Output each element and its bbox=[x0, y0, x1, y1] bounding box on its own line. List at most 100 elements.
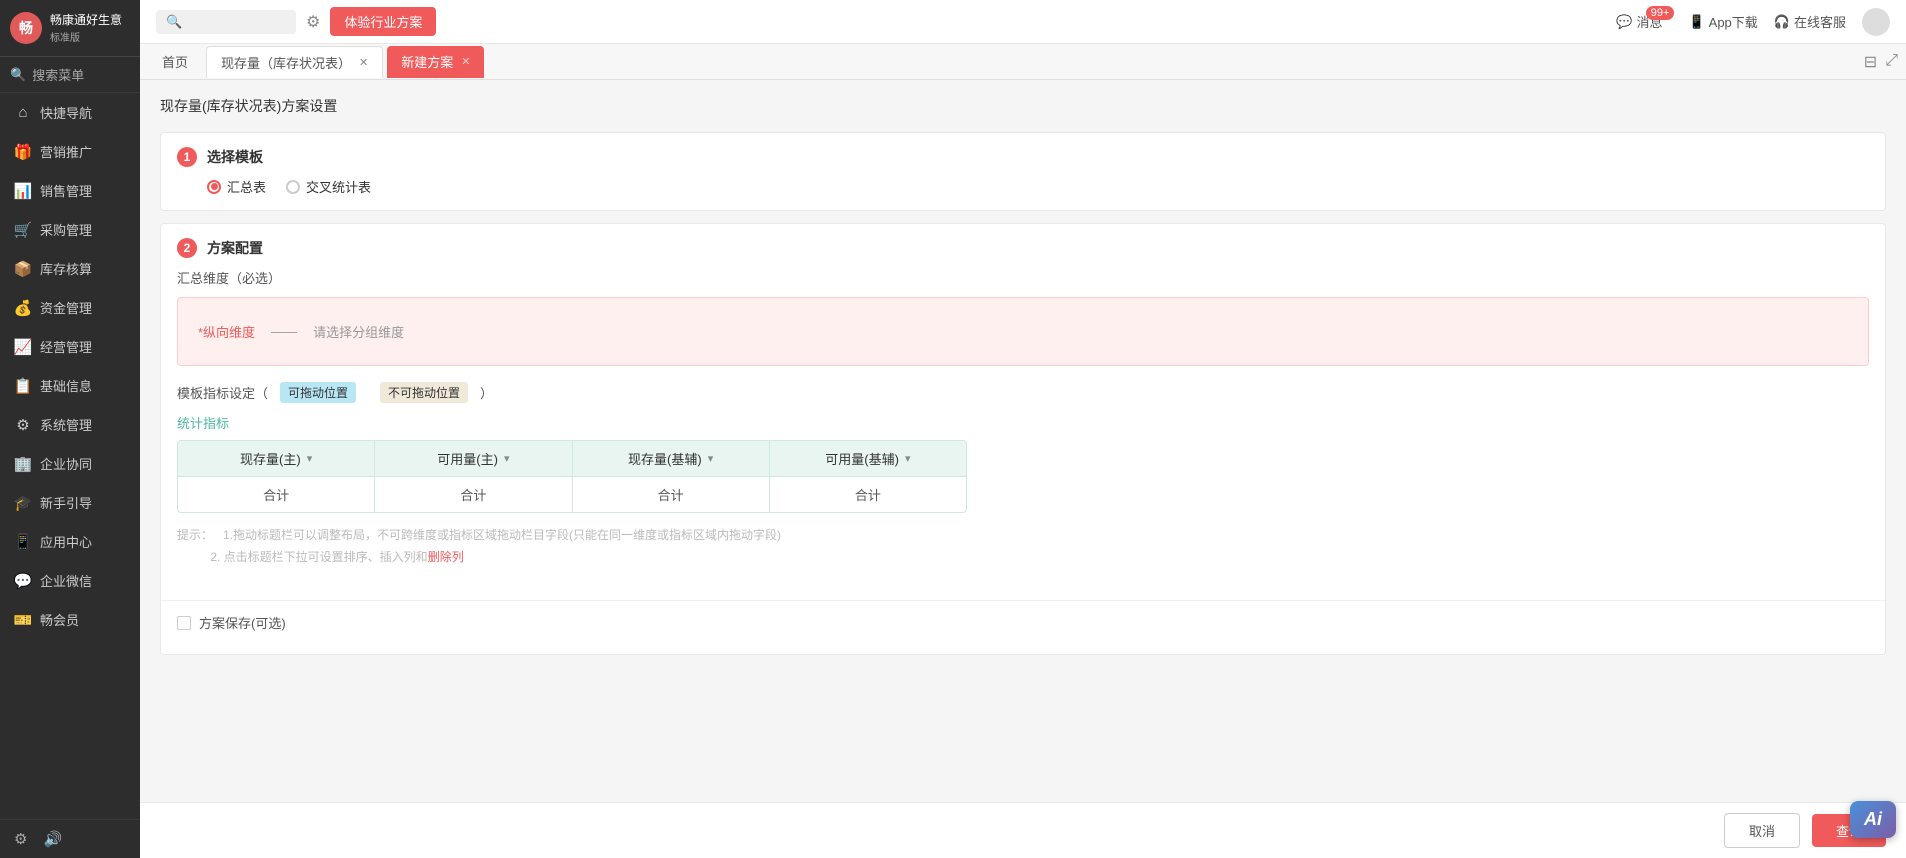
sidebar-item-inventory[interactable]: 📦 库存核算 bbox=[0, 249, 140, 288]
online-service-badge[interactable]: 🎧 在线客服 bbox=[1774, 12, 1846, 31]
page-title: 现存量(库存状况表)方案设置 bbox=[160, 96, 1886, 116]
sidebar-item-label: 采购管理 bbox=[40, 220, 92, 239]
sidebar-item-operations[interactable]: 📈 经营管理 bbox=[0, 327, 140, 366]
stats-section: 统计指标 现存量(主) ▾ 可用量(主) ▾ bbox=[177, 413, 1869, 513]
sidebar-item-label: 应用中心 bbox=[40, 532, 92, 551]
draggable-badge: 可拖动位置 bbox=[280, 382, 356, 403]
indicator-config-suffix: ） bbox=[480, 383, 493, 402]
tab-inventory-close-icon[interactable]: ✕ bbox=[359, 56, 368, 69]
tab-minimize-icon[interactable]: ⊟ bbox=[1864, 52, 1877, 72]
save-option[interactable]: 方案保存(可选) bbox=[177, 601, 1869, 644]
template-options: 汇总表 交叉统计表 bbox=[161, 177, 1885, 210]
topbar-left: 🔍 ⚙ 体验行业方案 bbox=[156, 7, 436, 36]
message-badge[interactable]: 💬 消息 99+ bbox=[1616, 12, 1662, 31]
sales-icon: 📊 bbox=[14, 182, 32, 200]
sidebar-item-label: 系统管理 bbox=[40, 415, 92, 434]
indicator-config: 模板指标设定（ 可拖动位置 不可拖动位置 ） 统计指标 现存量(主) bbox=[177, 382, 1869, 580]
col-header-3[interactable]: 可用量(基辅) ▾ bbox=[770, 441, 966, 476]
message-count: 99+ bbox=[1646, 6, 1675, 20]
col-header-2[interactable]: 现存量(基辅) ▾ bbox=[573, 441, 770, 476]
col-header-1-label: 可用量(主) bbox=[437, 449, 498, 468]
col-header-2-label: 现存量(基辅) bbox=[628, 449, 702, 468]
sidebar-item-sales[interactable]: 📊 销售管理 bbox=[0, 171, 140, 210]
section2-num: 2 bbox=[177, 238, 197, 258]
indicator-config-header: 模板指标设定（ 可拖动位置 不可拖动位置 ） bbox=[177, 382, 1869, 403]
sidebar-nav: ⌂ 快捷导航 🎁 营销推广 📊 销售管理 🛒 采购管理 📦 库存核算 💰 资金管… bbox=[0, 93, 140, 819]
radio-crosstab-label: 交叉统计表 bbox=[306, 177, 371, 196]
col-header-3-label: 可用量(基辅) bbox=[825, 449, 899, 468]
inventory-icon: 📦 bbox=[14, 260, 32, 278]
user-avatar[interactable] bbox=[1862, 8, 1890, 36]
section1-num: 1 bbox=[177, 147, 197, 167]
settings-icon[interactable]: ⚙ bbox=[14, 830, 27, 848]
radio-crosstab-circle bbox=[286, 180, 300, 194]
tab-new[interactable]: 新建方案 ✕ bbox=[387, 46, 484, 78]
dimension-area[interactable]: *纵向维度 —— 请选择分组维度 bbox=[177, 297, 1869, 366]
phone-icon: 📱 bbox=[1688, 14, 1704, 30]
save-checkbox[interactable] bbox=[177, 616, 191, 630]
app-name: 畅康通好生意 bbox=[50, 12, 122, 29]
sidebar-item-base-info[interactable]: 📋 基础信息 bbox=[0, 366, 140, 405]
app-version: 标准版 bbox=[50, 29, 122, 44]
section1-title: 选择模板 bbox=[207, 147, 263, 167]
sidebar-item-label: 基础信息 bbox=[40, 376, 92, 395]
app-logo-icon: 畅 bbox=[10, 12, 42, 44]
app-download-label: App下载 bbox=[1709, 12, 1758, 31]
headset-icon: 🎧 bbox=[1774, 14, 1790, 30]
sidebar-item-marketing[interactable]: 🎁 营销推广 bbox=[0, 132, 140, 171]
tip-text-1: 2. 点击标题栏下拉可设置排序、插入列和删除列 bbox=[177, 547, 1869, 569]
sidebar-item-enterprise[interactable]: 🏢 企业协同 bbox=[0, 444, 140, 483]
page-content: 现存量(库存状况表)方案设置 1 选择模板 汇总表 交叉统计表 bbox=[140, 80, 1906, 802]
main-content: 🔍 ⚙ 体验行业方案 💬 消息 99+ 📱 App下载 🎧 在线客服 bbox=[140, 0, 1906, 858]
membership-icon: 🎫 bbox=[14, 611, 32, 629]
col-header-3-dropdown[interactable]: ▾ bbox=[905, 452, 911, 465]
sidebar-item-finance[interactable]: 💰 资金管理 bbox=[0, 288, 140, 327]
ai-badge[interactable]: Ai bbox=[1850, 801, 1896, 838]
sidebar-item-label: 畅会员 bbox=[40, 610, 79, 629]
sidebar-item-label: 营销推广 bbox=[40, 142, 92, 161]
sidebar-item-membership[interactable]: 🎫 畅会员 bbox=[0, 600, 140, 639]
topbar-search[interactable]: 🔍 bbox=[156, 10, 296, 34]
search-icon: 🔍 bbox=[10, 67, 26, 83]
cancel-button[interactable]: 取消 bbox=[1724, 813, 1800, 848]
sidebar-item-label: 库存核算 bbox=[40, 259, 92, 278]
tip-highlight: 删除列 bbox=[428, 550, 464, 564]
sidebar: 畅 畅康通好生意 标准版 🔍 搜索菜单 ⌂ 快捷导航 🎁 营销推广 📊 销售管理… bbox=[0, 0, 140, 858]
sidebar-item-wechat[interactable]: 💬 企业微信 bbox=[0, 561, 140, 600]
radio-crosstab[interactable]: 交叉统计表 bbox=[286, 177, 371, 196]
tip-text-0: 提示： 1.拖动标题栏可以调整布局，不可跨维度或指标区域拖动栏目字段(只能在同一… bbox=[177, 525, 1869, 547]
tab-inventory[interactable]: 现存量（库存状况表） ✕ bbox=[206, 46, 383, 78]
app-download-badge[interactable]: 📱 App下载 bbox=[1688, 12, 1757, 31]
col-header-1-dropdown[interactable]: ▾ bbox=[504, 452, 510, 465]
sidebar-item-apps[interactable]: 📱 应用中心 bbox=[0, 522, 140, 561]
sidebar-item-purchase[interactable]: 🛒 采购管理 bbox=[0, 210, 140, 249]
tab-home[interactable]: 首页 bbox=[148, 46, 202, 78]
finance-icon: 💰 bbox=[14, 299, 32, 317]
col-header-0-dropdown[interactable]: ▾ bbox=[307, 452, 313, 465]
sidebar-item-label: 快捷导航 bbox=[40, 103, 92, 122]
tab-expand-icon[interactable]: ⤢ bbox=[1885, 52, 1898, 72]
sidebar-item-label: 经营管理 bbox=[40, 337, 92, 356]
sidebar-item-quicknav[interactable]: ⌂ 快捷导航 bbox=[0, 93, 140, 132]
search-label: 搜索菜单 bbox=[32, 65, 84, 84]
radio-summary[interactable]: 汇总表 bbox=[207, 177, 266, 196]
sidebar-item-newbie[interactable]: 🎓 新手引导 bbox=[0, 483, 140, 522]
col-header-1[interactable]: 可用量(主) ▾ bbox=[375, 441, 572, 476]
page-footer: 取消 查询 bbox=[140, 802, 1906, 858]
tab-new-close-icon[interactable]: ✕ bbox=[461, 55, 470, 68]
sidebar-item-label: 资金管理 bbox=[40, 298, 92, 317]
cell-0-0: 合计 bbox=[178, 477, 375, 512]
sidebar-search[interactable]: 🔍 搜索菜单 bbox=[0, 57, 140, 93]
cell-0-3: 合计 bbox=[770, 477, 966, 512]
topbar-gear-icon[interactable]: ⚙ bbox=[306, 12, 320, 32]
newbie-icon: 🎓 bbox=[14, 494, 32, 512]
col-header-0-label: 现存量(主) bbox=[240, 449, 301, 468]
system-icon: ⚙ bbox=[14, 416, 32, 434]
col-header-2-dropdown[interactable]: ▾ bbox=[708, 452, 714, 465]
trial-button[interactable]: 体验行业方案 bbox=[330, 7, 436, 36]
radio-summary-circle bbox=[207, 180, 221, 194]
col-header-0[interactable]: 现存量(主) ▾ bbox=[178, 441, 375, 476]
speaker-icon[interactable]: 🔊 bbox=[43, 830, 62, 848]
sidebar-item-system[interactable]: ⚙ 系统管理 bbox=[0, 405, 140, 444]
quicknav-icon: ⌂ bbox=[14, 104, 32, 122]
